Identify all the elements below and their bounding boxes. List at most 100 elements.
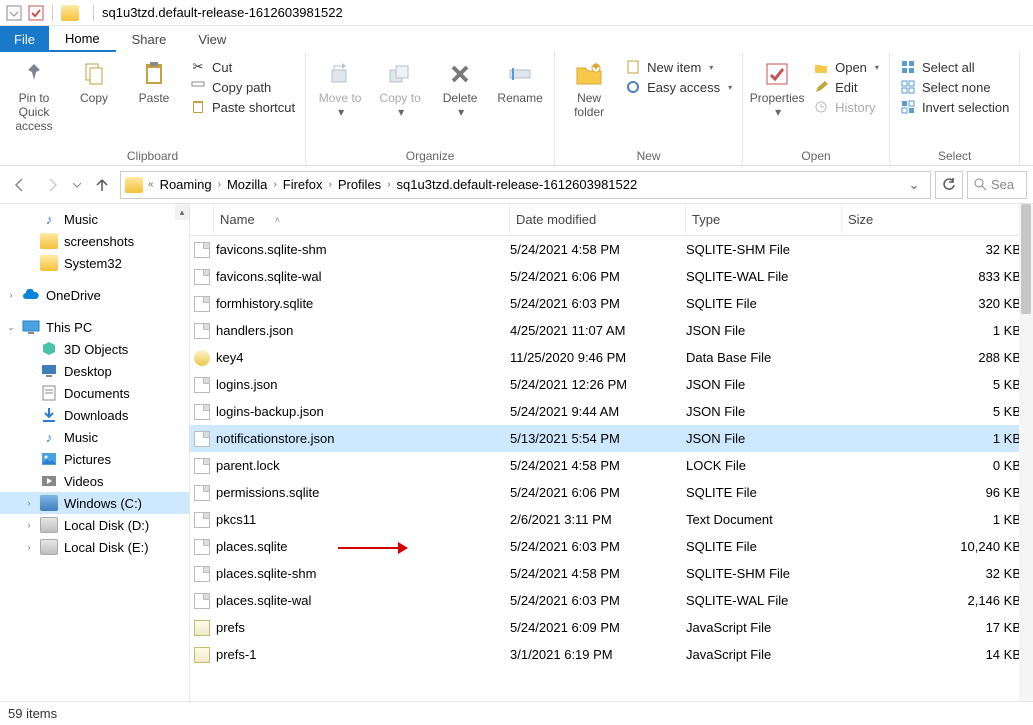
home-tab[interactable]: Home	[49, 26, 116, 52]
history-button[interactable]: History	[809, 98, 883, 116]
tree-windowsc[interactable]: ›Windows (C:)	[0, 492, 189, 514]
invert-selection-button[interactable]: Invert selection	[896, 98, 1013, 116]
tree-videos[interactable]: Videos	[0, 470, 189, 492]
table-row[interactable]: logins-backup.json5/24/2021 9:44 AMJSON …	[190, 398, 1033, 425]
recent-locations-button[interactable]	[70, 171, 84, 199]
back-button[interactable]	[6, 171, 34, 199]
expand-icon[interactable]: ›	[24, 498, 34, 508]
table-row[interactable]: handlers.json4/25/2021 11:07 AMJSON File…	[190, 317, 1033, 344]
crumb-firefox[interactable]: Firefox	[279, 175, 327, 194]
sidebar-scroll-up[interactable]: ▴	[175, 204, 189, 220]
table-row[interactable]: pkcs112/6/2021 3:11 PMText Document1 KB	[190, 506, 1033, 533]
table-row[interactable]: favicons.sqlite-wal5/24/2021 6:06 PMSQLI…	[190, 263, 1033, 290]
table-row[interactable]: places.sqlite5/24/2021 6:03 PMSQLITE Fil…	[190, 533, 1033, 560]
new-item-button[interactable]: New item▾	[621, 58, 736, 76]
table-row[interactable]: notificationstore.json5/13/2021 5:54 PMJ…	[190, 425, 1033, 452]
qat-checkbox-icon[interactable]	[28, 5, 44, 21]
table-row[interactable]: prefs5/24/2021 6:09 PMJavaScript File17 …	[190, 614, 1033, 641]
crumb-profiles[interactable]: Profiles	[334, 175, 385, 194]
vertical-scrollbar[interactable]	[1019, 204, 1033, 701]
copy-button[interactable]: Copy	[66, 56, 122, 108]
table-row[interactable]: prefs-13/1/2021 6:19 PMJavaScript File14…	[190, 641, 1033, 668]
paste-shortcut-button[interactable]: Paste shortcut	[186, 98, 299, 116]
tree-onedrive[interactable]: ›OneDrive	[0, 284, 189, 306]
cut-button[interactable]: ✂Cut	[186, 58, 299, 76]
easy-access-icon	[625, 79, 641, 95]
file-size: 10,240 KB	[842, 539, 1033, 554]
file-icon	[194, 377, 210, 393]
open-button[interactable]: Open▾	[809, 58, 883, 76]
view-tab[interactable]: View	[182, 26, 242, 52]
file-icon	[194, 404, 210, 420]
qat-dropdown-icon[interactable]	[6, 5, 22, 21]
table-row[interactable]: permissions.sqlite5/24/2021 6:06 PMSQLIT…	[190, 479, 1033, 506]
group-open: Properties▾ Open▾ Edit History Open	[743, 52, 890, 165]
col-size[interactable]: Size	[842, 204, 1033, 235]
forward-button[interactable]	[38, 171, 66, 199]
tree-system32[interactable]: System32	[0, 252, 189, 274]
scroll-thumb[interactable]	[1021, 204, 1031, 314]
table-row[interactable]: places.sqlite-shm5/24/2021 4:58 PMSQLITE…	[190, 560, 1033, 587]
col-type[interactable]: Type	[686, 204, 842, 235]
col-name[interactable]: Name˄	[214, 204, 510, 235]
table-row[interactable]: places.sqlite-wal5/24/2021 6:03 PMSQLITE…	[190, 587, 1033, 614]
edit-button[interactable]: Edit	[809, 78, 883, 96]
crumb-current[interactable]: sq1u3tzd.default-release-1612603981522	[393, 175, 642, 194]
expand-icon[interactable]: ›	[24, 520, 34, 530]
delete-button[interactable]: Delete▾	[432, 56, 488, 122]
move-to-button[interactable]: Move to▾	[312, 56, 368, 122]
group-organize: Move to▾ Copy to▾ Delete▾ Rename Organiz…	[306, 52, 555, 165]
tree-music2[interactable]: ♪Music	[0, 426, 189, 448]
tree-documents[interactable]: Documents	[0, 382, 189, 404]
share-tab[interactable]: Share	[116, 26, 183, 52]
file-list[interactable]: favicons.sqlite-shm5/24/2021 4:58 PMSQLI…	[190, 236, 1033, 701]
expand-icon[interactable]: ›	[24, 542, 34, 552]
tree-desktop[interactable]: Desktop	[0, 360, 189, 382]
tree-3dobjects[interactable]: 3D Objects	[0, 338, 189, 360]
address-dropdown-button[interactable]: ⌄	[902, 177, 926, 193]
copy-path-button[interactable]: Copy path	[186, 78, 299, 96]
rename-button[interactable]: Rename	[492, 56, 548, 108]
crumb-mozilla[interactable]: Mozilla	[223, 175, 271, 194]
table-row[interactable]: logins.json5/24/2021 12:26 PMJSON File5 …	[190, 371, 1033, 398]
file-date: 5/24/2021 6:09 PM	[510, 620, 686, 635]
file-name: formhistory.sqlite	[214, 296, 510, 311]
tree-screenshots[interactable]: screenshots	[0, 230, 189, 252]
table-row[interactable]: formhistory.sqlite5/24/2021 6:03 PMSQLIT…	[190, 290, 1033, 317]
up-button[interactable]	[88, 171, 116, 199]
expand-icon[interactable]: ›	[6, 290, 16, 300]
table-row[interactable]: key411/25/2020 9:46 PMData Base File288 …	[190, 344, 1033, 371]
folder-icon	[40, 255, 58, 271]
tree-downloads[interactable]: Downloads	[0, 404, 189, 426]
new-folder-button[interactable]: ✦ New folder	[561, 56, 617, 122]
col-date[interactable]: Date modified	[510, 204, 686, 235]
collapse-icon[interactable]: ⌄	[6, 322, 16, 333]
easy-access-button[interactable]: Easy access▾	[621, 78, 736, 96]
copy-to-button[interactable]: Copy to▾	[372, 56, 428, 122]
tree-thispc[interactable]: ⌄This PC	[0, 316, 189, 338]
ribbon: Pin to Quick access Copy Paste ✂Cut Copy…	[0, 52, 1033, 166]
crumb-roaming[interactable]: Roaming	[156, 175, 216, 194]
file-tab[interactable]: File	[0, 26, 49, 52]
select-none-button[interactable]: Select none	[896, 78, 1013, 96]
tree-locale[interactable]: ›Local Disk (E:)	[0, 536, 189, 558]
tree-pictures[interactable]: Pictures	[0, 448, 189, 470]
titlebar: sq1u3tzd.default-release-1612603981522	[0, 0, 1033, 26]
address-bar[interactable]: « Roaming› Mozilla› Firefox› Profiles› s…	[120, 171, 931, 199]
table-row[interactable]: favicons.sqlite-shm5/24/2021 4:58 PMSQLI…	[190, 236, 1033, 263]
file-icon	[194, 458, 210, 474]
file-icon	[194, 242, 210, 258]
select-all-button[interactable]: Select all	[896, 58, 1013, 76]
tree-music[interactable]: ♪Music	[0, 208, 189, 230]
tree-locald[interactable]: ›Local Disk (D:)	[0, 514, 189, 536]
search-icon	[974, 178, 987, 191]
pin-quick-access-button[interactable]: Pin to Quick access	[6, 56, 62, 135]
column-headers: Name˄ Date modified Type Size	[190, 204, 1033, 236]
table-row[interactable]: parent.lock5/24/2021 4:58 PMLOCK File0 K…	[190, 452, 1033, 479]
paste-button[interactable]: Paste	[126, 56, 182, 108]
search-input[interactable]: Sea	[967, 171, 1027, 199]
file-icon	[194, 512, 210, 528]
navigation-tree[interactable]: ▴ ♪Music screenshots System32 ›OneDrive …	[0, 204, 190, 701]
refresh-button[interactable]	[935, 171, 963, 199]
properties-button[interactable]: Properties▾	[749, 56, 805, 122]
